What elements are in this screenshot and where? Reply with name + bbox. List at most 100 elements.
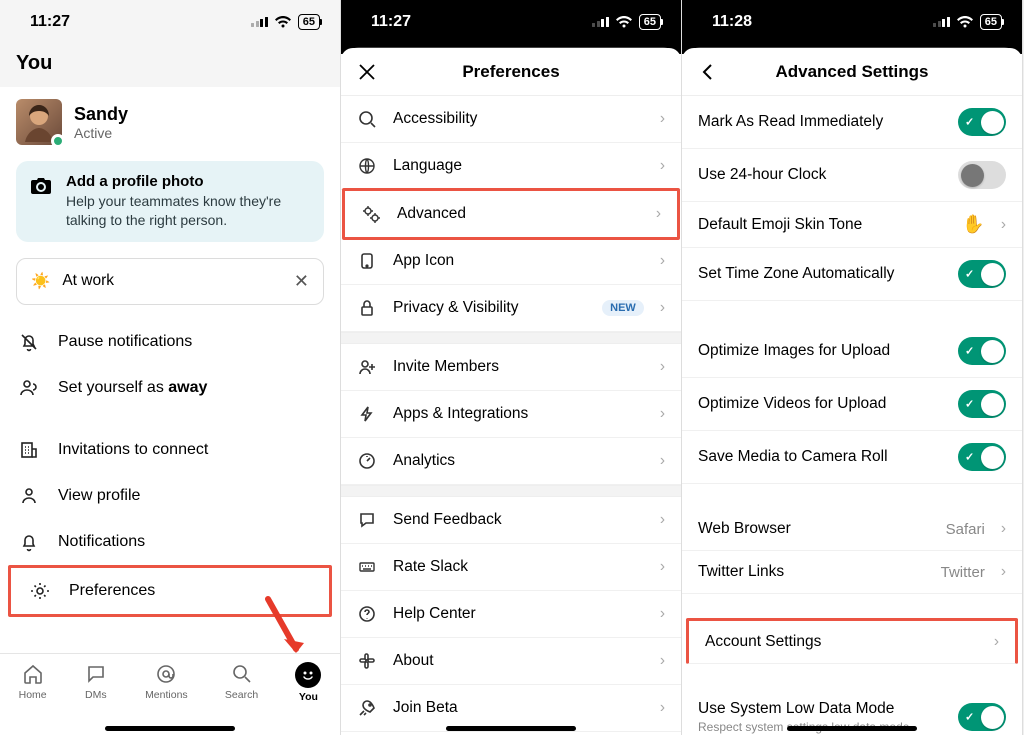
accessibility-icon bbox=[357, 109, 377, 129]
camera-icon bbox=[30, 175, 52, 197]
advanced-row[interactable]: Advanced › bbox=[342, 188, 680, 240]
keyboard-icon bbox=[357, 557, 377, 577]
app-icon-row[interactable]: App Icon › bbox=[341, 238, 681, 285]
chevron-right-icon: › bbox=[994, 633, 999, 651]
battery-icon: 65 bbox=[980, 14, 1002, 30]
privacy-row[interactable]: Privacy & Visibility NEW › bbox=[341, 285, 681, 332]
toggle-switch[interactable] bbox=[958, 161, 1006, 189]
apps-integrations-row[interactable]: Apps & Integrations › bbox=[341, 391, 681, 438]
tab-you[interactable]: You bbox=[295, 662, 321, 703]
set-away-row[interactable]: Set yourself as away bbox=[0, 365, 340, 411]
toggle-switch[interactable]: ✓ bbox=[958, 703, 1006, 731]
help-icon bbox=[357, 604, 377, 624]
chevron-right-icon: › bbox=[660, 605, 665, 623]
row-label: Invitations to connect bbox=[58, 441, 208, 459]
advanced-settings-list: Mark As Read Immediately ✓ Use 24-hour C… bbox=[682, 96, 1022, 735]
pause-notifications-row[interactable]: Pause notifications bbox=[0, 319, 340, 365]
mentions-icon bbox=[154, 662, 178, 686]
rate-slack-row[interactable]: Rate Slack › bbox=[341, 544, 681, 591]
profile-summary[interactable]: Sandy Active bbox=[0, 87, 340, 153]
new-badge: NEW bbox=[602, 300, 644, 317]
globe-icon bbox=[357, 156, 377, 176]
chevron-right-icon: › bbox=[1001, 520, 1006, 538]
sheet-header: Advanced Settings bbox=[682, 48, 1022, 96]
status-time: 11:27 bbox=[30, 13, 70, 31]
cellular-icon bbox=[933, 17, 950, 27]
help-center-row[interactable]: Help Center › bbox=[341, 591, 681, 638]
save-media-row[interactable]: Save Media to Camera Roll ✓ bbox=[682, 431, 1022, 484]
rocket-icon bbox=[357, 698, 377, 718]
home-indicator bbox=[787, 726, 917, 731]
close-icon[interactable] bbox=[355, 60, 379, 84]
toggle-switch[interactable]: ✓ bbox=[958, 337, 1006, 365]
accessibility-row[interactable]: Accessibility › bbox=[341, 96, 681, 143]
profile-name: Sandy bbox=[74, 104, 128, 125]
add-photo-banner[interactable]: Add a profile photo Help your teammates … bbox=[16, 161, 324, 242]
status-indicators: 65 bbox=[933, 14, 1002, 30]
about-row[interactable]: About › bbox=[341, 638, 681, 685]
row-label: View profile bbox=[58, 487, 140, 505]
back-icon[interactable] bbox=[696, 60, 720, 84]
web-browser-row[interactable]: Web Browser Safari › bbox=[682, 508, 1022, 551]
send-feedback-row[interactable]: Send Feedback › bbox=[341, 497, 681, 544]
emoji-tone-row[interactable]: Default Emoji Skin Tone ✋ › bbox=[682, 202, 1022, 248]
twitter-links-row[interactable]: Twitter Links Twitter › bbox=[682, 551, 1022, 594]
phone-advanced-settings-screen: 11:28 65 Advanced Settings Mark As Read … bbox=[682, 0, 1023, 735]
sheet-title: Preferences bbox=[462, 62, 559, 82]
chevron-right-icon: › bbox=[660, 358, 665, 376]
row-label: Notifications bbox=[58, 533, 145, 551]
notifications-row[interactable]: Notifications bbox=[0, 519, 340, 565]
analytics-row[interactable]: Analytics › bbox=[341, 438, 681, 485]
chevron-right-icon: › bbox=[1001, 563, 1006, 581]
clear-status-icon[interactable]: ✕ bbox=[294, 271, 309, 292]
language-row[interactable]: Language › bbox=[341, 143, 681, 190]
tab-mentions[interactable]: Mentions bbox=[145, 662, 188, 701]
status-indicators: 65 bbox=[251, 14, 320, 30]
bell-icon bbox=[18, 531, 40, 553]
bell-off-icon bbox=[18, 331, 40, 353]
section-divider bbox=[341, 485, 681, 497]
tab-home[interactable]: Home bbox=[19, 662, 47, 701]
page-title: You bbox=[16, 52, 324, 75]
app-icon-icon bbox=[357, 251, 377, 271]
invite-members-row[interactable]: Invite Members › bbox=[341, 344, 681, 391]
status-text: At work bbox=[62, 272, 114, 290]
join-beta-row[interactable]: Join Beta › bbox=[341, 685, 681, 732]
status-field[interactable]: ☀️ At work ✕ bbox=[16, 258, 324, 305]
toggle-switch[interactable]: ✓ bbox=[958, 390, 1006, 418]
gauge-icon bbox=[357, 451, 377, 471]
tab-search[interactable]: Search bbox=[225, 662, 258, 701]
view-profile-row[interactable]: View profile bbox=[0, 473, 340, 519]
gear-icon bbox=[29, 580, 51, 602]
optimize-images-row[interactable]: Optimize Images for Upload ✓ bbox=[682, 325, 1022, 378]
status-bar: 11:27 65 bbox=[341, 0, 681, 44]
clock24-row[interactable]: Use 24-hour Clock bbox=[682, 149, 1022, 202]
home-indicator bbox=[446, 726, 576, 731]
wifi-icon bbox=[956, 15, 974, 29]
mark-read-row[interactable]: Mark As Read Immediately ✓ bbox=[682, 96, 1022, 149]
tab-dms[interactable]: DMs bbox=[84, 662, 108, 701]
timezone-auto-row[interactable]: Set Time Zone Automatically ✓ bbox=[682, 248, 1022, 301]
chevron-right-icon: › bbox=[660, 299, 665, 317]
toggle-switch[interactable]: ✓ bbox=[958, 260, 1006, 288]
profile-icon bbox=[18, 485, 40, 507]
chevron-right-icon: › bbox=[660, 110, 665, 128]
battery-icon: 65 bbox=[298, 14, 320, 30]
battery-icon: 65 bbox=[639, 14, 661, 30]
toggle-switch[interactable]: ✓ bbox=[958, 443, 1006, 471]
person-icon bbox=[18, 377, 40, 399]
preferences-row[interactable]: Preferences bbox=[8, 565, 332, 617]
account-settings-row[interactable]: Account Settings › bbox=[686, 618, 1018, 664]
toggle-switch[interactable]: ✓ bbox=[958, 108, 1006, 136]
section-divider bbox=[341, 332, 681, 344]
status-bar: 11:27 65 bbox=[0, 0, 340, 44]
optimize-videos-row[interactable]: Optimize Videos for Upload ✓ bbox=[682, 378, 1022, 431]
chevron-right-icon: › bbox=[660, 405, 665, 423]
chevron-right-icon: › bbox=[660, 157, 665, 175]
row-label: Pause notifications bbox=[58, 333, 192, 351]
invitations-row[interactable]: Invitations to connect bbox=[0, 427, 340, 473]
status-indicators: 65 bbox=[592, 14, 661, 30]
status-time: 11:28 bbox=[712, 13, 752, 31]
chevron-right-icon: › bbox=[660, 699, 665, 717]
lock-icon bbox=[357, 298, 377, 318]
